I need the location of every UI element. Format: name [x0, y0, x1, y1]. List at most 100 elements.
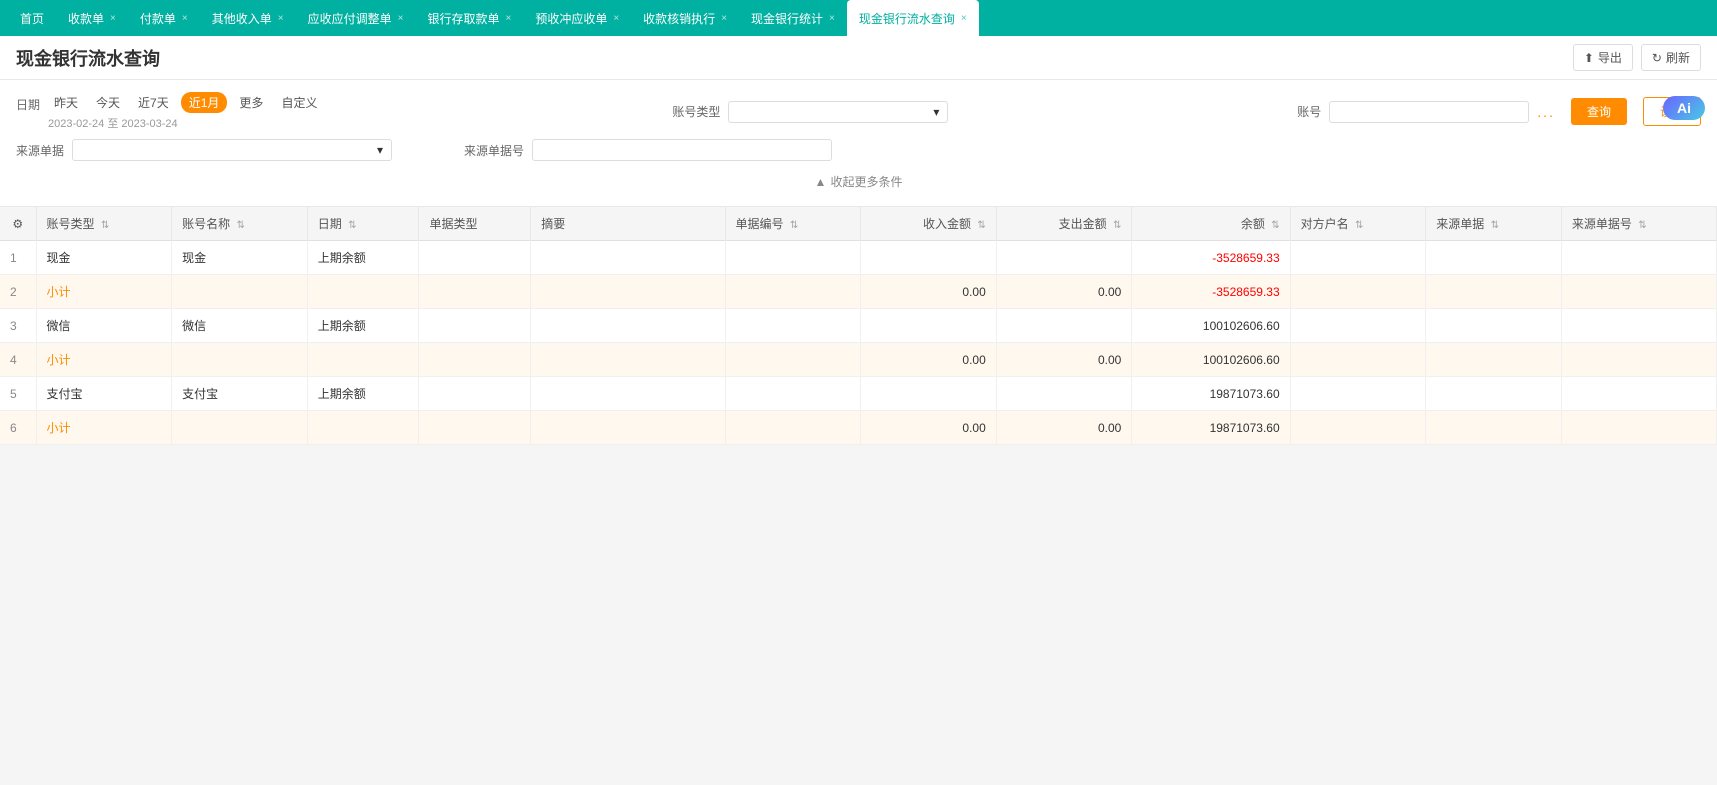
th-gear[interactable]: ⚙: [0, 207, 36, 241]
cell-doc-type: [419, 411, 531, 445]
date-btn-yesterday[interactable]: 昨天: [48, 92, 84, 113]
cell-doc-no: [725, 377, 861, 411]
cell-counterparty: [1290, 411, 1426, 445]
th-balance[interactable]: 余额 ⇅: [1132, 207, 1290, 241]
th-income[interactable]: 收入金额 ⇅: [861, 207, 997, 241]
nav-tab-fukuandan[interactable]: 付款单 ×: [128, 0, 200, 36]
th-account-name[interactable]: 账号名称 ⇅: [172, 207, 308, 241]
close-tab-5-icon[interactable]: ×: [613, 13, 619, 24]
cell-num: 2: [0, 275, 36, 309]
cell-num: 6: [0, 411, 36, 445]
account-ellipsis[interactable]: ...: [1537, 104, 1555, 120]
nav-home[interactable]: 首页: [8, 0, 56, 36]
account-type-select[interactable]: ▾: [728, 101, 948, 123]
source-docno-label: 来源单据号: [464, 142, 524, 159]
close-tab-6-icon[interactable]: ×: [721, 13, 727, 24]
date-btn-1month[interactable]: 近1月: [181, 92, 228, 113]
cell-summary: [531, 309, 725, 343]
th-source-docno[interactable]: 来源单据号 ⇅: [1561, 207, 1716, 241]
date-btn-today[interactable]: 今天: [90, 92, 126, 113]
sort-income-icon: ⇅: [977, 220, 985, 231]
sort-sourcedoc-icon: ⇅: [1491, 220, 1499, 231]
cell-summary: [531, 343, 725, 377]
query-button[interactable]: 查询: [1571, 98, 1627, 125]
cell-doc-type: [419, 275, 531, 309]
cell-doc-no: [725, 275, 861, 309]
close-tab-0-icon[interactable]: ×: [110, 13, 116, 24]
cell-income: [861, 309, 997, 343]
account-type-filter: 账号类型 ▾: [672, 101, 948, 123]
date-btn-custom[interactable]: 自定义: [275, 92, 323, 113]
nav-tab-yushou[interactable]: 预收冲应收单 ×: [523, 0, 631, 36]
source-chevron-icon: ▾: [377, 143, 383, 157]
th-summary: 摘要: [531, 207, 725, 241]
th-doc-no[interactable]: 单据编号 ⇅: [725, 207, 861, 241]
source-docno-input[interactable]: [532, 139, 832, 161]
nav-tab-yinhang[interactable]: 银行存取款单 ×: [415, 0, 523, 36]
nav-tab-liushui[interactable]: 现金银行流水查询 ×: [847, 0, 979, 36]
cell-counterparty: [1290, 275, 1426, 309]
close-tab-2-icon[interactable]: ×: [278, 13, 284, 24]
cell-doc-type: [419, 377, 531, 411]
cell-counterparty: [1290, 309, 1426, 343]
close-tab-4-icon[interactable]: ×: [505, 13, 511, 24]
account-input[interactable]: [1329, 101, 1529, 123]
cell-expense: 0.00: [996, 343, 1132, 377]
close-tab-1-icon[interactable]: ×: [182, 13, 188, 24]
cell-account-type: 小计: [36, 411, 172, 445]
cell-source-doc: [1426, 309, 1562, 343]
date-btn-7days[interactable]: 近7天: [132, 92, 175, 113]
cell-income: 0.00: [861, 275, 997, 309]
th-account-type[interactable]: 账号类型 ⇅: [36, 207, 172, 241]
close-tab-8-icon[interactable]: ×: [961, 13, 967, 24]
filter-row-1: 日期 昨天 今天 近7天 近1月 更多 自定义 2023-02-24 至 202…: [16, 92, 1701, 131]
table-row: 3 微信 微信 上期余额 100102606.60: [0, 309, 1717, 343]
cell-account-name: 现金: [172, 241, 308, 275]
cell-source-doc: [1426, 377, 1562, 411]
cell-counterparty: [1290, 241, 1426, 275]
cell-expense: [996, 377, 1132, 411]
cell-source-doc: [1426, 411, 1562, 445]
account-type-label: 账号类型: [672, 103, 720, 120]
date-btn-more[interactable]: 更多: [233, 92, 269, 113]
export-button[interactable]: ⬆ 导出: [1573, 44, 1633, 71]
close-tab-7-icon[interactable]: ×: [829, 13, 835, 24]
th-counterparty[interactable]: 对方户名 ⇅: [1290, 207, 1426, 241]
cell-doc-no: [725, 241, 861, 275]
th-date[interactable]: 日期 ⇅: [307, 207, 419, 241]
cell-source-docno: [1561, 377, 1716, 411]
cell-source-docno: [1561, 411, 1716, 445]
ai-button[interactable]: Ai: [1663, 96, 1705, 120]
chevron-down-icon: ▾: [933, 105, 939, 119]
table-row: 1 现金 现金 上期余额 -3528659.33: [0, 241, 1717, 275]
source-docno-filter: 来源单据号: [464, 139, 832, 161]
table-body: 1 现金 现金 上期余额 -3528659.33 2 小计 0.00 0.00 …: [0, 241, 1717, 445]
source-doc-select[interactable]: ▾: [72, 139, 392, 161]
th-source-doc[interactable]: 来源单据 ⇅: [1426, 207, 1562, 241]
nav-tab-qitashouru[interactable]: 其他收入单 ×: [200, 0, 296, 36]
nav-tab-shoukuandan[interactable]: 收款单 ×: [56, 0, 128, 36]
nav-tab-yingshou[interactable]: 应收应付调整单 ×: [296, 0, 416, 36]
cell-num: 1: [0, 241, 36, 275]
refresh-button[interactable]: ↻ 刷新: [1641, 44, 1701, 71]
cell-account-type: 支付宝: [36, 377, 172, 411]
cell-account-name: 微信: [172, 309, 308, 343]
close-tab-3-icon[interactable]: ×: [398, 13, 404, 24]
th-expense[interactable]: 支出金额 ⇅: [996, 207, 1132, 241]
date-label: 日期: [16, 96, 40, 113]
cell-source-docno: [1561, 275, 1716, 309]
nav-tab-xianjin-stat[interactable]: 现金银行统计 ×: [739, 0, 847, 36]
account-filter: 账号 ...: [1297, 101, 1555, 123]
cell-counterparty: [1290, 343, 1426, 377]
cell-doc-type: [419, 343, 531, 377]
cell-account-name: [172, 343, 308, 377]
cell-expense: [996, 241, 1132, 275]
account-label: 账号: [1297, 103, 1321, 120]
cell-summary: [531, 377, 725, 411]
cell-doc-type: [419, 241, 531, 275]
date-options-col: 昨天 今天 近7天 近1月 更多 自定义 2023-02-24 至 2023-0…: [48, 92, 323, 131]
sort-account-type-icon: ⇅: [101, 220, 109, 231]
export-icon: ⬆: [1584, 51, 1594, 65]
nav-tab-shoukuanhexiao[interactable]: 收款核销执行 ×: [631, 0, 739, 36]
collapse-bar[interactable]: ▲ 收起更多条件: [16, 169, 1701, 194]
